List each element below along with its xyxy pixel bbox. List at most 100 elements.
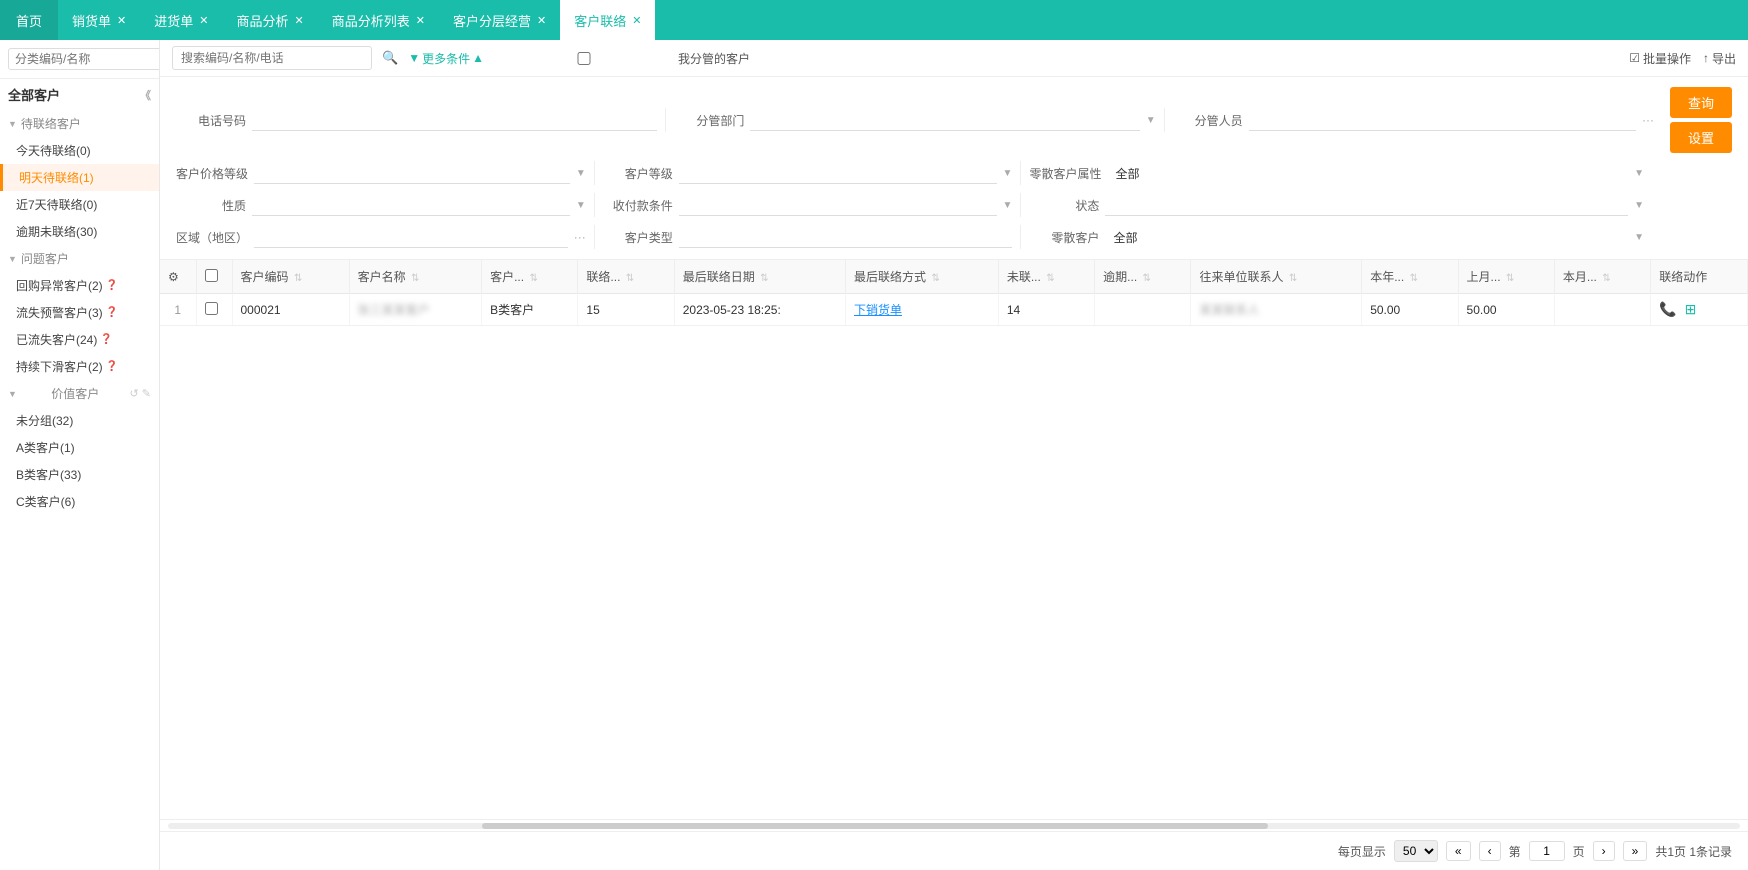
action-icons: 📞 ⊞: [1659, 301, 1739, 318]
filter-manager-input[interactable]: [1249, 110, 1636, 131]
scroll-track: [168, 823, 1740, 829]
help-icon-repurchase[interactable]: ❓: [106, 280, 118, 291]
gear-icon[interactable]: ⚙: [168, 270, 179, 284]
nav-purchase[interactable]: 进货单 ✕: [140, 0, 222, 40]
query-button[interactable]: 查询: [1670, 87, 1732, 118]
customer-level-arrow-icon[interactable]: ▼: [1003, 168, 1013, 179]
th-company-contact: 往来单位联系人 ⇅: [1191, 260, 1362, 294]
select-all-checkbox[interactable]: [205, 269, 218, 282]
phone-action-icon[interactable]: 📞: [1659, 301, 1676, 318]
payment-arrow-icon[interactable]: ▼: [1003, 200, 1013, 211]
nav-purchase-close[interactable]: ✕: [199, 14, 208, 27]
sort-icon-last-month[interactable]: ⇅: [1506, 273, 1514, 284]
sort-icon-uncontacted[interactable]: ⇅: [1046, 273, 1054, 284]
sidebar-item-tomorrow-contact[interactable]: 明天待联络(1): [0, 164, 159, 191]
sort-icon-last-method[interactable]: ⇅: [931, 273, 939, 284]
next-page-btn[interactable]: ›: [1593, 841, 1615, 861]
nav-goods-analysis-list[interactable]: 商品分析列表 ✕: [318, 0, 439, 40]
sort-icon-this-month[interactable]: ⇅: [1602, 273, 1610, 284]
nav-sales[interactable]: 销货单 ✕: [58, 0, 140, 40]
nav-customer-contact-close[interactable]: ✕: [632, 14, 641, 27]
price-level-arrow-icon[interactable]: ▼: [576, 168, 586, 179]
filter-customer-type-input[interactable]: [679, 227, 1013, 248]
sidebar-search-input[interactable]: [8, 48, 160, 70]
first-page-btn[interactable]: «: [1446, 841, 1471, 861]
sidebar-item-repurchase[interactable]: 回购异常客户(2) ❓: [0, 272, 159, 299]
sidebar-item-type-c[interactable]: C类客户(6): [0, 488, 159, 515]
nav-sales-close[interactable]: ✕: [117, 14, 126, 27]
filter-customer-level-input[interactable]: [679, 163, 997, 184]
sidebar-item-week-contact[interactable]: 近7天待联络(0): [0, 191, 159, 218]
my-customers-checkbox[interactable]: [494, 52, 674, 65]
nav-goods-analysis-close[interactable]: ✕: [295, 14, 304, 27]
batch-action-btn[interactable]: ☑ 批量操作: [1629, 50, 1691, 67]
prev-page-btn[interactable]: ‹: [1479, 841, 1501, 861]
area-dots[interactable]: ···: [574, 230, 586, 244]
more-conditions-btn[interactable]: ▼ 更多条件 ▲: [408, 50, 484, 67]
last-method-link[interactable]: 下销货单: [854, 303, 902, 317]
page-input[interactable]: [1529, 841, 1565, 861]
filter-retail-customer-value: 全部: [1113, 229, 1137, 246]
grid-action-icon[interactable]: ⊞: [1685, 301, 1697, 318]
manager-dots[interactable]: ···: [1642, 113, 1654, 127]
my-customers-filter[interactable]: 我分管的客户: [494, 50, 750, 67]
sidebar-all-customers[interactable]: 全部客户 《: [0, 79, 159, 110]
sidebar-item-churn-warning[interactable]: 流失预警客户(3) ❓: [0, 299, 159, 326]
help-icon-churn[interactable]: ❓: [106, 307, 118, 318]
horizontal-scrollbar[interactable]: [160, 819, 1748, 831]
sidebar-item-type-b[interactable]: B类客户(33): [0, 461, 159, 488]
sidebar-item-churned[interactable]: 已流失客户(24) ❓: [0, 326, 159, 353]
nav-goods-analysis-list-close[interactable]: ✕: [416, 14, 425, 27]
sidebar-collapse-icon[interactable]: 《: [140, 87, 151, 103]
help-icon-declining[interactable]: ❓: [106, 361, 118, 372]
sidebar-item-ungrouped[interactable]: 未分组(32): [0, 407, 159, 434]
nav-goods-analysis-list-label: 商品分析列表: [332, 11, 410, 30]
separator-1: [665, 108, 666, 132]
nav-customer-contact[interactable]: 客户联络 ✕: [560, 0, 655, 40]
nav-customer-tier-close[interactable]: ✕: [537, 14, 546, 27]
filter-status-input[interactable]: [1105, 195, 1628, 216]
sort-icon-contact-count[interactable]: ⇅: [626, 273, 634, 284]
dept-arrow-icon[interactable]: ▼: [1146, 115, 1156, 126]
nav-customer-tier[interactable]: 客户分层经营 ✕: [439, 0, 560, 40]
table-row: 1 000021 张三某某客户 B类客户 15 2023-05-23 18:25…: [160, 294, 1748, 326]
filter-gender-input[interactable]: [252, 195, 570, 216]
nav-goods-analysis[interactable]: 商品分析 ✕: [222, 0, 317, 40]
retail-attr-arrow-icon[interactable]: ▼: [1634, 168, 1644, 179]
sort-icon-name[interactable]: ⇅: [411, 273, 419, 284]
filter-search-icon[interactable]: 🔍: [382, 50, 398, 66]
page-size-select[interactable]: 50: [1394, 840, 1438, 862]
sort-icon-type[interactable]: ⇅: [529, 273, 537, 284]
sort-icon-last-date[interactable]: ⇅: [760, 273, 768, 284]
filter-price-level-input[interactable]: [254, 163, 570, 184]
gender-arrow-icon[interactable]: ▼: [576, 200, 586, 211]
sidebar-item-today-contact[interactable]: 今天待联络(0): [0, 137, 159, 164]
filter-area-input[interactable]: [254, 227, 568, 248]
filter-payment-input[interactable]: [679, 195, 997, 216]
cell-index: 1: [160, 294, 196, 326]
last-page-btn[interactable]: »: [1623, 841, 1648, 861]
search-input[interactable]: [172, 46, 372, 70]
sidebar-value-actions[interactable]: ↺ ✎: [130, 387, 152, 400]
sort-icon-code[interactable]: ⇅: [294, 273, 302, 284]
scroll-thumb[interactable]: [482, 823, 1268, 829]
sidebar-item-declining[interactable]: 持续下滑客户(2) ❓: [0, 353, 159, 380]
sort-icon-overdue[interactable]: ⇅: [1143, 273, 1151, 284]
sidebar-item-type-a[interactable]: A类客户(1): [0, 434, 159, 461]
cell-last-method: 下销货单: [845, 294, 998, 326]
settings-button[interactable]: 设置: [1670, 122, 1732, 153]
filter-phone: 电话号码: [176, 110, 657, 131]
nav-sales-label: 销货单: [72, 11, 111, 30]
nav-home[interactable]: 首页: [0, 0, 58, 40]
help-icon-churned[interactable]: ❓: [100, 334, 112, 345]
sort-icon-company-contact[interactable]: ⇅: [1289, 273, 1297, 284]
row-checkbox[interactable]: [205, 302, 218, 315]
sort-icon-this-year[interactable]: ⇅: [1410, 273, 1418, 284]
filter-dept-input[interactable]: [750, 110, 1139, 131]
retail-customer-arrow-icon[interactable]: ▼: [1634, 232, 1644, 243]
filter-phone-input[interactable]: [252, 110, 657, 131]
sidebar-item-overdue-contact[interactable]: 逾期未联络(30): [0, 218, 159, 245]
export-btn[interactable]: ↑ 导出: [1703, 50, 1736, 67]
filter-row-3: 性质 ▼ 收付款条件 ▼ 状态 ▼: [176, 193, 1732, 217]
status-arrow-icon[interactable]: ▼: [1634, 200, 1644, 211]
